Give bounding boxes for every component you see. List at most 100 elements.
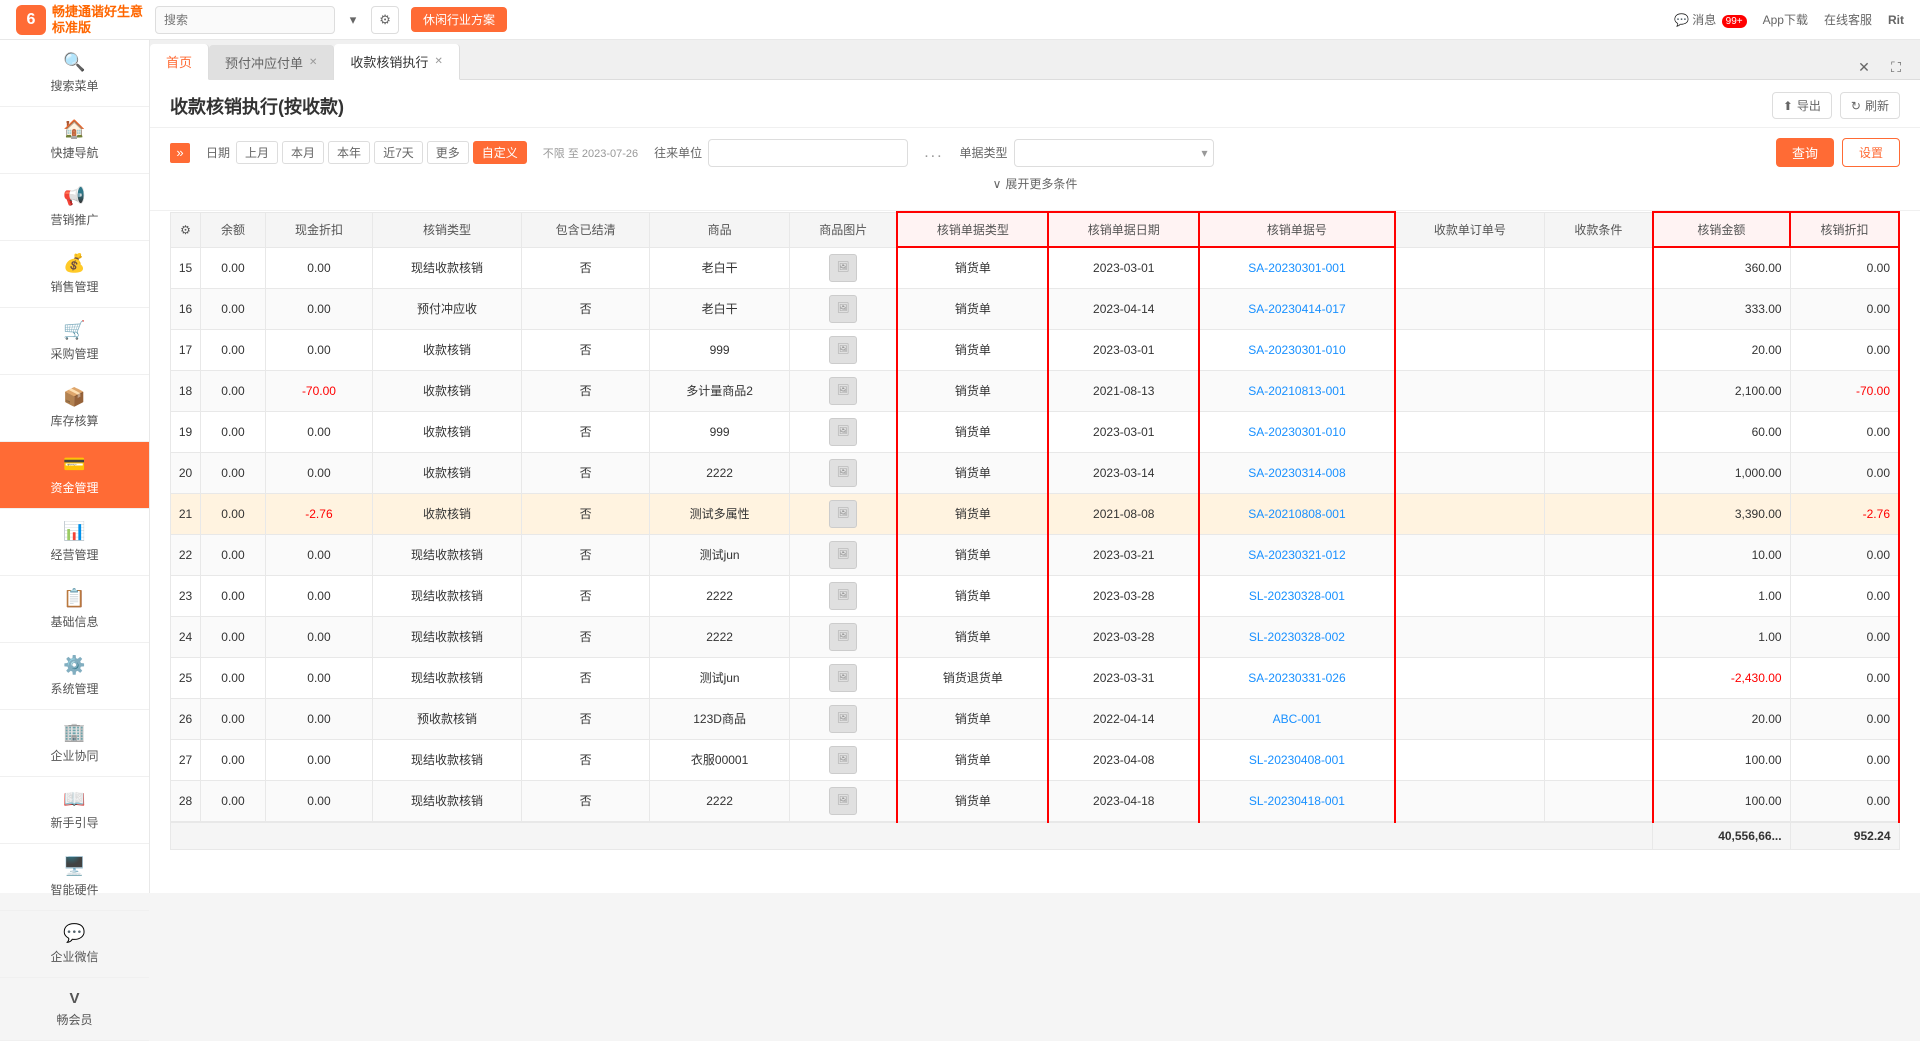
table-cell: 2023-03-01 xyxy=(1048,247,1199,288)
table-cell: 999 xyxy=(650,329,790,370)
table-cell xyxy=(1395,452,1545,493)
table-cell[interactable]: SA-20230301-001 xyxy=(1199,247,1394,288)
bill-no-link[interactable]: SA-20230301-001 xyxy=(1248,261,1345,275)
table-cell: 测试jun xyxy=(650,534,790,575)
sidebar-item-basic[interactable]: 📋 基础信息 xyxy=(0,576,149,643)
sidebar-item-inventory[interactable]: 📦 库存核算 xyxy=(0,375,149,442)
bill-no-link[interactable]: SA-20230314-008 xyxy=(1248,466,1345,480)
table-area[interactable]: ⚙ 余额 现金折扣 核销类型 包含已结清 商品 商品图片 核销单据类型 核销单据… xyxy=(150,211,1920,893)
table-cell[interactable]: SA-20230331-026 xyxy=(1199,657,1394,698)
th-discount: 核销折扣 xyxy=(1790,212,1899,247)
table-cell[interactable]: SL-20230328-002 xyxy=(1199,616,1394,657)
filter-settings-button[interactable]: 设置 xyxy=(1842,138,1900,167)
tab-prepay[interactable]: 预付冲应付单 ✕ xyxy=(209,45,334,80)
bill-no-link[interactable]: SA-20230331-026 xyxy=(1248,671,1345,685)
table-cell: 销货单 xyxy=(897,411,1048,452)
table-cell: 老白干 xyxy=(650,247,790,288)
table-cell[interactable]: SA-20230301-010 xyxy=(1199,329,1394,370)
close-window-icon[interactable]: ✕ xyxy=(1852,55,1876,79)
message-area[interactable]: 💬 消息 99+ xyxy=(1674,11,1747,28)
table-row: 260.000.00预收款核销否123D商品🖼销货单2022-04-14ABC-… xyxy=(171,698,1900,739)
search-dropdown-icon[interactable]: ▾ xyxy=(341,8,365,32)
table-cell: 2222 xyxy=(650,780,790,822)
table-cell[interactable]: SA-20230314-008 xyxy=(1199,452,1394,493)
sidebar-item-operations[interactable]: 📊 经营管理 xyxy=(0,509,149,576)
bill-no-link[interactable]: SL-20230328-002 xyxy=(1249,630,1345,644)
export-button[interactable]: ⬆ 导出 xyxy=(1772,92,1832,119)
table-cell: 10.00 xyxy=(1653,534,1791,575)
table-cell[interactable]: SA-20230301-010 xyxy=(1199,411,1394,452)
date-this-year-btn[interactable]: 本年 xyxy=(328,141,370,164)
table-cell[interactable]: SA-20210813-001 xyxy=(1199,370,1394,411)
tab-writeoff-label: 收款核销执行 xyxy=(350,52,428,71)
table-cell[interactable]: SA-20210808-001 xyxy=(1199,493,1394,534)
table-cell[interactable]: SL-20230418-001 xyxy=(1199,780,1394,822)
maximize-window-icon[interactable]: ⛶ xyxy=(1884,55,1908,79)
sidebar-item-sales[interactable]: 💰 销售管理 xyxy=(0,241,149,308)
filter-collapse-btn[interactable]: » xyxy=(170,143,190,163)
table-cell[interactable]: SA-20230321-012 xyxy=(1199,534,1394,575)
table-cell[interactable]: SL-20230328-001 xyxy=(1199,575,1394,616)
table-cell: 测试jun xyxy=(650,657,790,698)
table-cell[interactable]: ABC-001 xyxy=(1199,698,1394,739)
expand-more-btn[interactable]: ∨ 展开更多条件 xyxy=(985,171,1086,196)
table-cell: 多计量商品2 xyxy=(650,370,790,411)
table-cell[interactable]: SA-20230414-017 xyxy=(1199,288,1394,329)
tab-home[interactable]: 首页 xyxy=(150,44,209,80)
settings-icon[interactable]: ⚙ xyxy=(371,6,399,34)
table-cell xyxy=(1545,780,1653,822)
top-bar: 6 畅捷通谐好生意 标准版 ▾ ⚙ 休闲行业方案 💬 消息 99+ App下载 … xyxy=(0,0,1920,40)
sidebar-item-search[interactable]: 🔍 搜索菜单 xyxy=(0,40,149,107)
table-cell xyxy=(1545,616,1653,657)
table-cell: -2,430.00 xyxy=(1653,657,1791,698)
table-cell: 否 xyxy=(522,493,650,534)
bill-no-link[interactable]: SA-20230321-012 xyxy=(1248,548,1345,562)
bill-no-link[interactable]: SA-20210813-001 xyxy=(1248,384,1345,398)
bill-no-link[interactable]: SL-20230418-001 xyxy=(1249,794,1345,808)
date-more-btn[interactable]: 更多 xyxy=(427,141,469,164)
table-cell: 0.00 xyxy=(1790,616,1899,657)
sidebar-item-shortcut[interactable]: 🏠 快捷导航 xyxy=(0,107,149,174)
date-last-month-btn[interactable]: 上月 xyxy=(236,141,278,164)
date-this-month-btn[interactable]: 本月 xyxy=(282,141,324,164)
table-cell: 2222 xyxy=(650,616,790,657)
table-cell: 2021-08-13 xyxy=(1048,370,1199,411)
user-name[interactable]: Rit xyxy=(1888,13,1904,27)
app-download-link[interactable]: App下载 xyxy=(1763,11,1808,28)
bill-no-link[interactable]: SL-20230328-001 xyxy=(1249,589,1345,603)
sidebar-item-enterprise[interactable]: 🏢 企业协同 xyxy=(0,710,149,777)
bill-no-link[interactable]: ABC-001 xyxy=(1273,712,1322,726)
table-cell: 销货单 xyxy=(897,493,1048,534)
date-7days-btn[interactable]: 近7天 xyxy=(374,141,423,164)
bill-no-link[interactable]: SL-20230408-001 xyxy=(1249,753,1345,767)
table-cell: 28 xyxy=(171,780,201,822)
tab-prepay-close[interactable]: ✕ xyxy=(309,57,317,68)
query-button[interactable]: 查询 xyxy=(1776,138,1834,167)
search-input[interactable] xyxy=(155,6,335,34)
bill-no-link[interactable]: SA-20210808-001 xyxy=(1248,507,1345,521)
tab-writeoff[interactable]: 收款核销执行 ✕ xyxy=(334,44,459,80)
table-cell: 60.00 xyxy=(1653,411,1791,452)
sidebar-item-system[interactable]: ⚙️ 系统管理 xyxy=(0,643,149,710)
sidebar-item-guide[interactable]: 📖 新手引导 xyxy=(0,777,149,844)
receipt-type-select[interactable] xyxy=(1014,139,1214,167)
table-cell: 360.00 xyxy=(1653,247,1791,288)
online-service-link[interactable]: 在线客服 xyxy=(1824,11,1872,28)
industry-solution-button[interactable]: 休闲行业方案 xyxy=(411,7,507,32)
sidebar-item-purchase[interactable]: 🛒 采购管理 xyxy=(0,308,149,375)
sidebar-item-member[interactable]: V 畅会员 xyxy=(0,978,149,1041)
sidebar-item-finance[interactable]: 💳 资金管理 xyxy=(0,442,149,509)
bill-no-link[interactable]: SA-20230414-017 xyxy=(1248,302,1345,316)
bill-no-link[interactable]: SA-20230301-010 xyxy=(1248,343,1345,357)
tab-writeoff-close[interactable]: ✕ xyxy=(434,56,442,67)
sidebar-item-marketing[interactable]: 📢 营销推广 xyxy=(0,174,149,241)
date-custom-btn[interactable]: 自定义 xyxy=(473,141,527,164)
sidebar-item-hardware[interactable]: 🖥️ 智能硬件 xyxy=(0,844,149,911)
table-cell[interactable]: SL-20230408-001 xyxy=(1199,739,1394,780)
sidebar-item-wechat[interactable]: 💬 企业微信 xyxy=(0,911,149,978)
refresh-button[interactable]: ↻ 刷新 xyxy=(1840,92,1900,119)
table-cell: 2,100.00 xyxy=(1653,370,1791,411)
partner-input[interactable] xyxy=(708,139,908,167)
th-settings[interactable]: ⚙ xyxy=(171,212,201,247)
bill-no-link[interactable]: SA-20230301-010 xyxy=(1248,425,1345,439)
